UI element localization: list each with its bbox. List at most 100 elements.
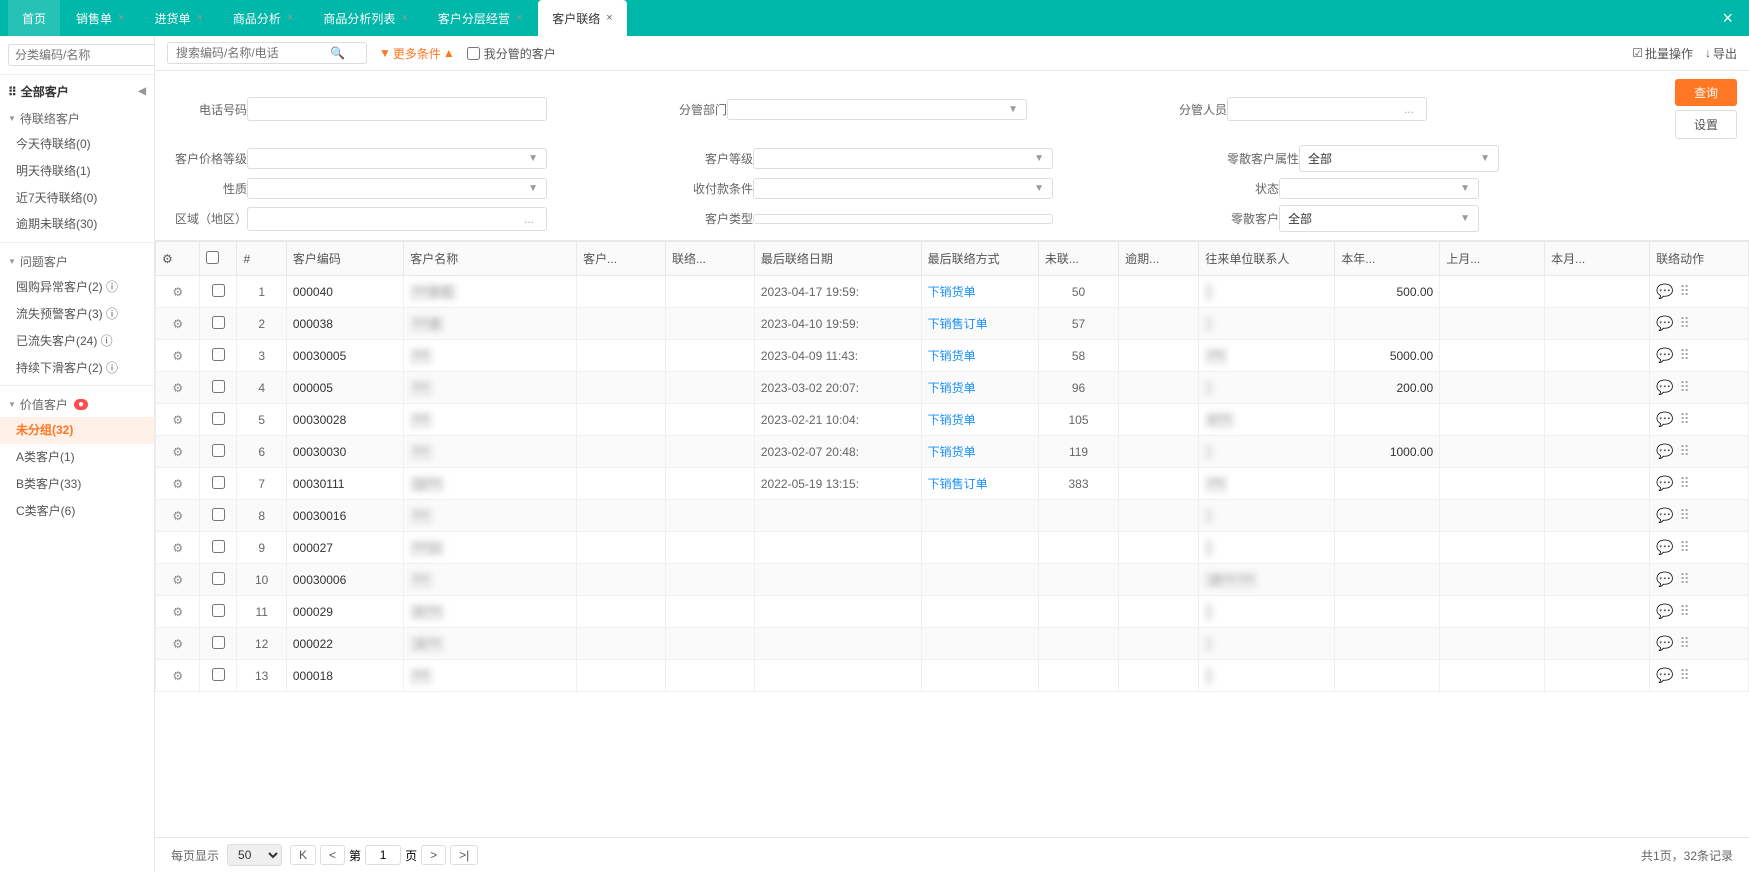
contact-phone-icon[interactable]: 💬 (1656, 283, 1673, 300)
row-checkbox[interactable] (212, 284, 225, 297)
row-checkbox[interactable] (212, 636, 225, 649)
main-search-input[interactable] (176, 46, 326, 60)
tab-product-analysis[interactable]: 商品分析 × (219, 0, 307, 36)
group-problem-customers[interactable]: ▼ 问题客户 (0, 247, 154, 274)
last-method-link[interactable]: 下销货单 (928, 285, 976, 299)
contact-more-icon[interactable]: ⠿ (1680, 475, 1690, 492)
sidebar-item-class-a[interactable]: A类客户(1) (0, 444, 154, 471)
contact-phone-icon[interactable]: 💬 (1656, 635, 1673, 652)
staff-select[interactable]: ... (1227, 97, 1427, 121)
page-size-select[interactable]: 50 100 200 (227, 844, 282, 866)
row-checkbox[interactable] (212, 572, 225, 585)
contact-more-icon[interactable]: ⠿ (1680, 667, 1690, 684)
last-method-link[interactable]: 下销货单 (928, 381, 976, 395)
contact-phone-icon[interactable]: 💬 (1656, 667, 1673, 684)
sidebar-item-churn-warning[interactable]: 流失预警客户(3) ⓘ (0, 301, 154, 328)
contact-phone-icon[interactable]: 💬 (1656, 379, 1673, 396)
sidebar-item-hoarding-anomaly[interactable]: 囤购异常客户(2) ⓘ (0, 274, 154, 301)
select-all-checkbox[interactable] (206, 251, 219, 264)
status-select[interactable]: ▼ (1279, 178, 1479, 199)
row-checkbox[interactable] (212, 380, 225, 393)
current-page-input[interactable] (365, 845, 401, 865)
sidebar-search-input[interactable] (8, 44, 155, 66)
close-tab-customer-contact[interactable]: × (606, 12, 612, 24)
retail-attr-select[interactable]: 全部 ▼ (1299, 145, 1499, 172)
first-page-btn[interactable]: K (290, 845, 316, 865)
col-check-header[interactable] (200, 242, 237, 276)
last-method-link[interactable]: 下销售订单 (928, 477, 988, 491)
contact-more-icon[interactable]: ⠿ (1680, 635, 1690, 652)
my-customers-check[interactable] (467, 47, 480, 60)
sidebar-item-tomorrow[interactable]: 明天待联络(1) (0, 158, 154, 185)
close-tab-product-analysis-list[interactable]: × (401, 12, 407, 24)
contact-phone-icon[interactable]: 💬 (1656, 507, 1673, 524)
last-page-btn[interactable]: >| (450, 845, 478, 865)
contact-more-icon[interactable]: ⠿ (1680, 411, 1690, 428)
region-select[interactable]: ... (247, 207, 547, 231)
contact-more-icon[interactable]: ⠿ (1680, 603, 1690, 620)
contact-phone-icon[interactable]: 💬 (1656, 475, 1673, 492)
contact-phone-icon[interactable]: 💬 (1656, 571, 1673, 588)
dept-select[interactable]: ▼ (727, 99, 1027, 120)
collapse-icon[interactable]: ◀ (138, 86, 146, 97)
row-checkbox[interactable] (212, 444, 225, 457)
region-dots[interactable]: ... (524, 212, 534, 226)
contact-more-icon[interactable]: ⠿ (1680, 539, 1690, 556)
sidebar-item-class-b[interactable]: B类客户(33) (0, 471, 154, 498)
group-value-customers[interactable]: ▼ 价值客户 ● (0, 390, 154, 417)
tab-sales[interactable]: 销售单 × (62, 0, 138, 36)
retail-customer-select[interactable]: 全部 ▼ (1279, 205, 1479, 232)
row-checkbox[interactable] (212, 476, 225, 489)
close-tab-sales[interactable]: × (118, 12, 124, 24)
contact-more-icon[interactable]: ⠿ (1680, 347, 1690, 364)
close-tab-purchase[interactable]: × (196, 12, 202, 24)
contact-phone-icon[interactable]: 💬 (1656, 347, 1673, 364)
next-page-btn[interactable]: > (421, 845, 446, 865)
tab-product-analysis-list[interactable]: 商品分析列表 × (309, 0, 421, 36)
grade-select[interactable]: ▼ (753, 148, 1053, 169)
close-tab-customer-tier[interactable]: × (516, 12, 522, 24)
query-button[interactable]: 查询 (1675, 79, 1737, 106)
contact-more-icon[interactable]: ⠿ (1680, 315, 1690, 332)
sidebar-item-ungrouped[interactable]: 未分组(32) (0, 417, 154, 444)
last-method-link[interactable]: 下销货单 (928, 445, 976, 459)
col-last-date-header[interactable]: 最后联络日期 (754, 242, 921, 276)
last-method-link[interactable]: 下销售订单 (928, 317, 988, 331)
sidebar-item-churned[interactable]: 已流失客户(24) ⓘ (0, 328, 154, 355)
my-customers-checkbox[interactable]: 我分管的客户 (467, 45, 556, 62)
col-name-header[interactable]: 客户名称 (404, 242, 577, 276)
group-pending-contact[interactable]: ▼ 待联络客户 (0, 104, 154, 131)
row-checkbox[interactable] (212, 604, 225, 617)
tab-customer-contact[interactable]: 客户联络 × (538, 0, 626, 36)
contact-more-icon[interactable]: ⠿ (1680, 571, 1690, 588)
row-checkbox[interactable] (212, 412, 225, 425)
contact-more-icon[interactable]: ⠿ (1680, 379, 1690, 396)
col-code-header[interactable]: 客户编码 (286, 242, 403, 276)
last-method-link[interactable]: 下销货单 (928, 349, 976, 363)
window-close-button[interactable]: × (1714, 8, 1741, 29)
main-search-icon[interactable]: 🔍 (330, 46, 345, 60)
reset-button[interactable]: 设置 (1675, 110, 1737, 139)
tab-home[interactable]: 首页 (8, 0, 60, 36)
row-checkbox[interactable] (212, 540, 225, 553)
export-btn[interactable]: ↓ 导出 (1705, 45, 1737, 62)
tab-purchase[interactable]: 进货单 × (140, 0, 216, 36)
payment-select[interactable]: ▼ (753, 178, 1053, 199)
sidebar-item-class-c[interactable]: C类客户(6) (0, 498, 154, 525)
tab-customer-tier[interactable]: 客户分层经营 × (424, 0, 536, 36)
contact-more-icon[interactable]: ⠿ (1680, 443, 1690, 460)
staff-dots[interactable]: ... (1404, 102, 1414, 116)
contact-phone-icon[interactable]: 💬 (1656, 315, 1673, 332)
nature-select[interactable]: ▼ (247, 178, 547, 199)
row-checkbox[interactable] (212, 508, 225, 521)
contact-phone-icon[interactable]: 💬 (1656, 443, 1673, 460)
type-select[interactable] (753, 214, 1053, 224)
sidebar-item-7days[interactable]: 近7天待联络(0) (0, 185, 154, 212)
contact-more-icon[interactable]: ⠿ (1680, 507, 1690, 524)
sidebar-all-customers[interactable]: ⠿ 全部客户 ◀ (0, 75, 154, 104)
sidebar-item-today[interactable]: 今天待联络(0) (0, 131, 154, 158)
close-tab-product-analysis[interactable]: × (287, 12, 293, 24)
contact-phone-icon[interactable]: 💬 (1656, 539, 1673, 556)
contact-phone-icon[interactable]: 💬 (1656, 411, 1673, 428)
row-checkbox[interactable] (212, 348, 225, 361)
